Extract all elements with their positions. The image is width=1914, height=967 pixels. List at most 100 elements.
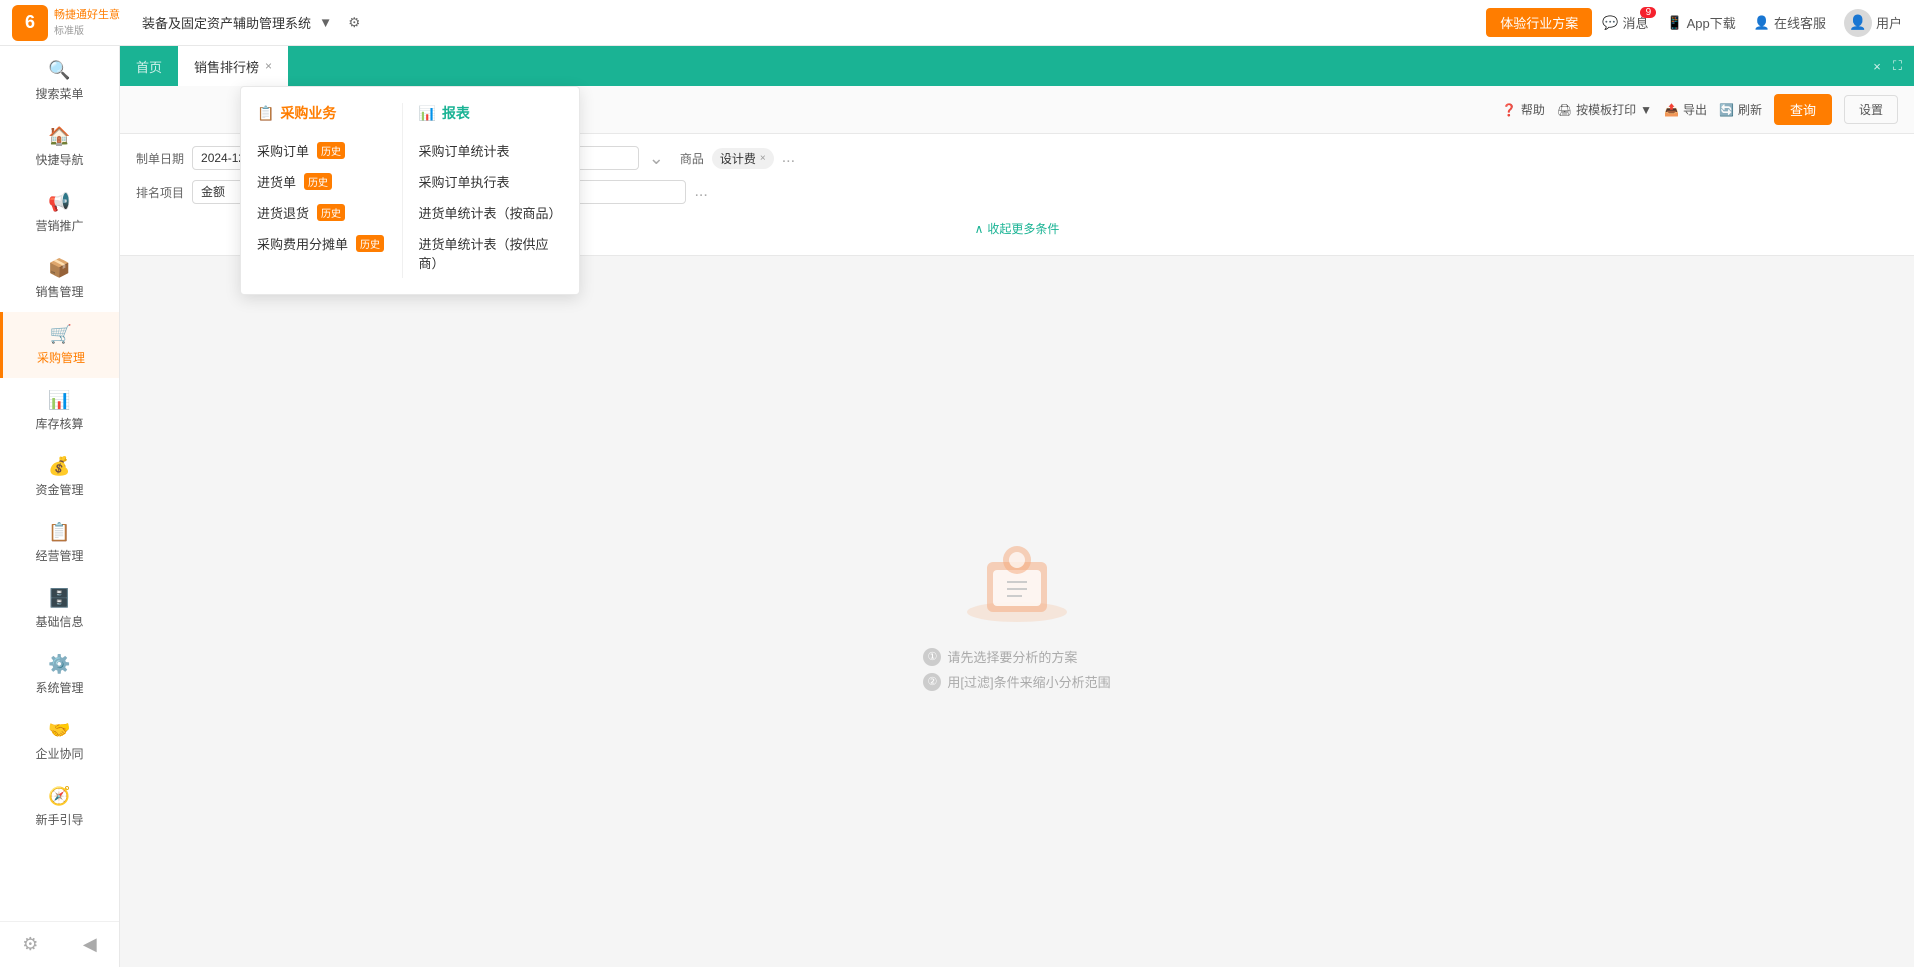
purchase-col-title: 📋 采购业务 xyxy=(257,103,402,123)
online-service-button[interactable]: 👤 在线客服 xyxy=(1754,13,1826,32)
query-button[interactable]: 查询 xyxy=(1774,94,1832,125)
avatar: 👤 xyxy=(1844,9,1872,37)
inbound-stats-goods-label: 进货单统计表（按商品） xyxy=(419,203,562,222)
purchase-order-stats-label: 采购订单统计表 xyxy=(419,141,510,160)
user-label: 用户 xyxy=(1876,13,1902,32)
tab-sales-rank-close[interactable]: × xyxy=(265,59,272,73)
empty-tip-2: ② 用[过滤]条件来缩小分析范围 xyxy=(923,672,1110,691)
purchase-menu-col: 📋 采购业务 采购订单 历史 进货单 历史 进货退货 历史 xyxy=(257,103,402,278)
date-label: 制单日期 xyxy=(136,150,184,167)
sidebar-item-finance[interactable]: 💰 资金管理 xyxy=(0,444,119,510)
menu-item-purchase-order-exec[interactable]: 采购订单执行表 xyxy=(419,166,564,197)
phone-icon: 📱 xyxy=(1666,15,1682,31)
menu-item-inbound-stats-goods[interactable]: 进货单统计表（按商品） xyxy=(419,197,564,228)
tab-window-close[interactable]: × xyxy=(1873,59,1881,74)
goods-tag-close[interactable]: × xyxy=(760,153,766,164)
sidebar-label-system: 系统管理 xyxy=(35,679,83,696)
purchase-icon: 🛒 xyxy=(50,324,72,345)
app-download-button[interactable]: 📱 App下载 xyxy=(1666,13,1735,32)
sidebar-label-enterprise: 企业协同 xyxy=(35,745,83,762)
sidebar: 🔍 搜索菜单 🏠 快捷导航 📢 营销推广 📦 销售管理 🛒 采购管理 📊 库存核… xyxy=(0,46,120,967)
empty-state: ① 请先选择要分析的方案 ② 用[过滤]条件来缩小分析范围 xyxy=(120,256,1914,967)
sidebar-item-search[interactable]: 🔍 搜索菜单 xyxy=(0,46,119,114)
logo-text-area: 畅捷通好生意 标准版 xyxy=(54,8,120,37)
basic-info-icon: 🗄️ xyxy=(48,588,70,609)
export-icon: 📤 xyxy=(1664,103,1679,117)
logo-area: 6 畅捷通好生意 标准版 xyxy=(12,5,132,41)
tip-text-1: 请先选择要分析的方案 xyxy=(947,647,1077,666)
empty-svg xyxy=(957,532,1077,632)
empty-tip-1: ① 请先选择要分析的方案 xyxy=(923,647,1110,666)
app-download-label: App下载 xyxy=(1687,13,1736,32)
tab-window-expand[interactable]: ⛶ xyxy=(1893,58,1902,74)
inventory-icon: 📊 xyxy=(48,390,70,411)
rank-label: 排名项目 xyxy=(136,184,184,201)
help-button[interactable]: ❓ 帮助 xyxy=(1502,101,1545,118)
tab-sales-rank[interactable]: 销售排行榜 × xyxy=(178,46,288,86)
inbound-return-label: 进货退货 xyxy=(257,203,309,222)
refresh-label: 刷新 xyxy=(1738,101,1762,118)
enterprise-icon: 🤝 xyxy=(48,720,70,741)
system-name: 装备及固定资产辅助管理系统 xyxy=(142,13,311,32)
topbar-right: 💬 消息 9 📱 App下载 👤 在线客服 👤 用户 xyxy=(1602,9,1902,37)
search-icon: 🔍 xyxy=(48,60,70,81)
home-icon: 🏠 xyxy=(48,126,70,147)
menu-item-inbound-stats-supplier[interactable]: 进货单统计表（按供应商） xyxy=(419,228,564,278)
sidebar-label-basic-info: 基础信息 xyxy=(35,613,83,630)
tab-home[interactable]: 首页 xyxy=(120,46,178,86)
sidebar-label-quick-nav: 快捷导航 xyxy=(35,151,83,168)
customer-dots[interactable]: ... xyxy=(694,183,707,201)
customer-input[interactable] xyxy=(566,180,686,204)
menu-item-inbound-return[interactable]: 进货退货 历史 xyxy=(257,197,402,228)
sys-dropdown-button[interactable]: ▼ xyxy=(319,15,332,30)
tab-home-label: 首页 xyxy=(136,57,162,76)
goods-tag: 设计费 × xyxy=(712,148,774,169)
sidebar-label-finance: 资金管理 xyxy=(35,481,83,498)
goods-tag-text: 设计费 xyxy=(720,150,756,167)
system-icon: ⚙️ xyxy=(48,654,70,675)
inbound-label: 进货单 xyxy=(257,172,296,191)
main-layout: 🔍 搜索菜单 🏠 快捷导航 📢 营销推广 📦 销售管理 🛒 采购管理 📊 库存核… xyxy=(0,46,1914,967)
menu-item-purchase-expense[interactable]: 采购费用分摊单 历史 xyxy=(257,228,402,259)
sidebar-item-purchase[interactable]: 🛒 采购管理 xyxy=(0,312,119,378)
dropdown-menu: 📋 采购业务 采购订单 历史 进货单 历史 进货退货 历史 xyxy=(240,86,580,295)
sidebar-item-operations[interactable]: 📋 经营管理 xyxy=(0,510,119,576)
collapse-icon: ∧ xyxy=(975,222,984,236)
goods-label: 商品 xyxy=(680,150,704,167)
doc-status-expand[interactable]: ⌄ xyxy=(649,148,664,169)
sidebar-item-sales[interactable]: 📦 销售管理 xyxy=(0,246,119,312)
report-col-icon: 📊 xyxy=(419,105,436,122)
menu-item-purchase-order[interactable]: 采购订单 历史 xyxy=(257,135,402,166)
settings-button[interactable]: 设置 xyxy=(1844,95,1898,124)
collapse-label: 收起更多条件 xyxy=(987,220,1059,237)
sidebar-collapse-button[interactable]: ◀ xyxy=(83,934,97,955)
inbound-stats-supplier-label: 进货单统计表（按供应商） xyxy=(419,234,564,272)
sidebar-item-quick-nav[interactable]: 🏠 快捷导航 xyxy=(0,114,119,180)
sidebar-item-marketing[interactable]: 📢 营销推广 xyxy=(0,180,119,246)
messages-button[interactable]: 💬 消息 9 xyxy=(1602,13,1648,32)
inbound-hist: 历史 xyxy=(304,173,332,190)
industry-btn[interactable]: 体验行业方案 xyxy=(1486,8,1592,37)
sidebar-label-operations: 经营管理 xyxy=(35,547,83,564)
sidebar-item-basic-info[interactable]: 🗄️ 基础信息 xyxy=(0,576,119,642)
export-button[interactable]: 📤 导出 xyxy=(1664,101,1707,118)
sidebar-item-enterprise[interactable]: 🤝 企业协同 xyxy=(0,708,119,774)
menu-item-inbound[interactable]: 进货单 历史 xyxy=(257,166,402,197)
sidebar-item-guide[interactable]: 🧭 新手引导 xyxy=(0,774,119,840)
print-button[interactable]: 🖨 按模板打印 ▼ xyxy=(1557,101,1652,118)
online-service-label: 在线客服 xyxy=(1774,13,1826,32)
tab-bar-actions: × ⛶ xyxy=(1861,58,1914,74)
user-button[interactable]: 👤 用户 xyxy=(1844,9,1902,37)
refresh-button[interactable]: 🔄 刷新 xyxy=(1719,101,1762,118)
content-area: 首页 销售排行榜 × × ⛶ ❓ 帮助 🖨 按模板打印 ▼ 📤 xyxy=(120,46,1914,967)
tip-text-2: 用[过滤]条件来缩小分析范围 xyxy=(947,672,1110,691)
sidebar-settings-button[interactable]: ⚙ xyxy=(22,934,38,955)
empty-tips: ① 请先选择要分析的方案 ② 用[过滤]条件来缩小分析范围 xyxy=(923,647,1110,691)
menu-item-purchase-order-stats[interactable]: 采购订单统计表 xyxy=(419,135,564,166)
sys-settings-button[interactable]: ⚙ xyxy=(340,9,368,37)
purchase-expense-label: 采购费用分摊单 xyxy=(257,234,348,253)
sidebar-item-system[interactable]: ⚙️ 系统管理 xyxy=(0,642,119,708)
goods-dots[interactable]: ... xyxy=(782,149,795,167)
operations-icon: 📋 xyxy=(48,522,70,543)
sidebar-item-inventory[interactable]: 📊 库存核算 xyxy=(0,378,119,444)
